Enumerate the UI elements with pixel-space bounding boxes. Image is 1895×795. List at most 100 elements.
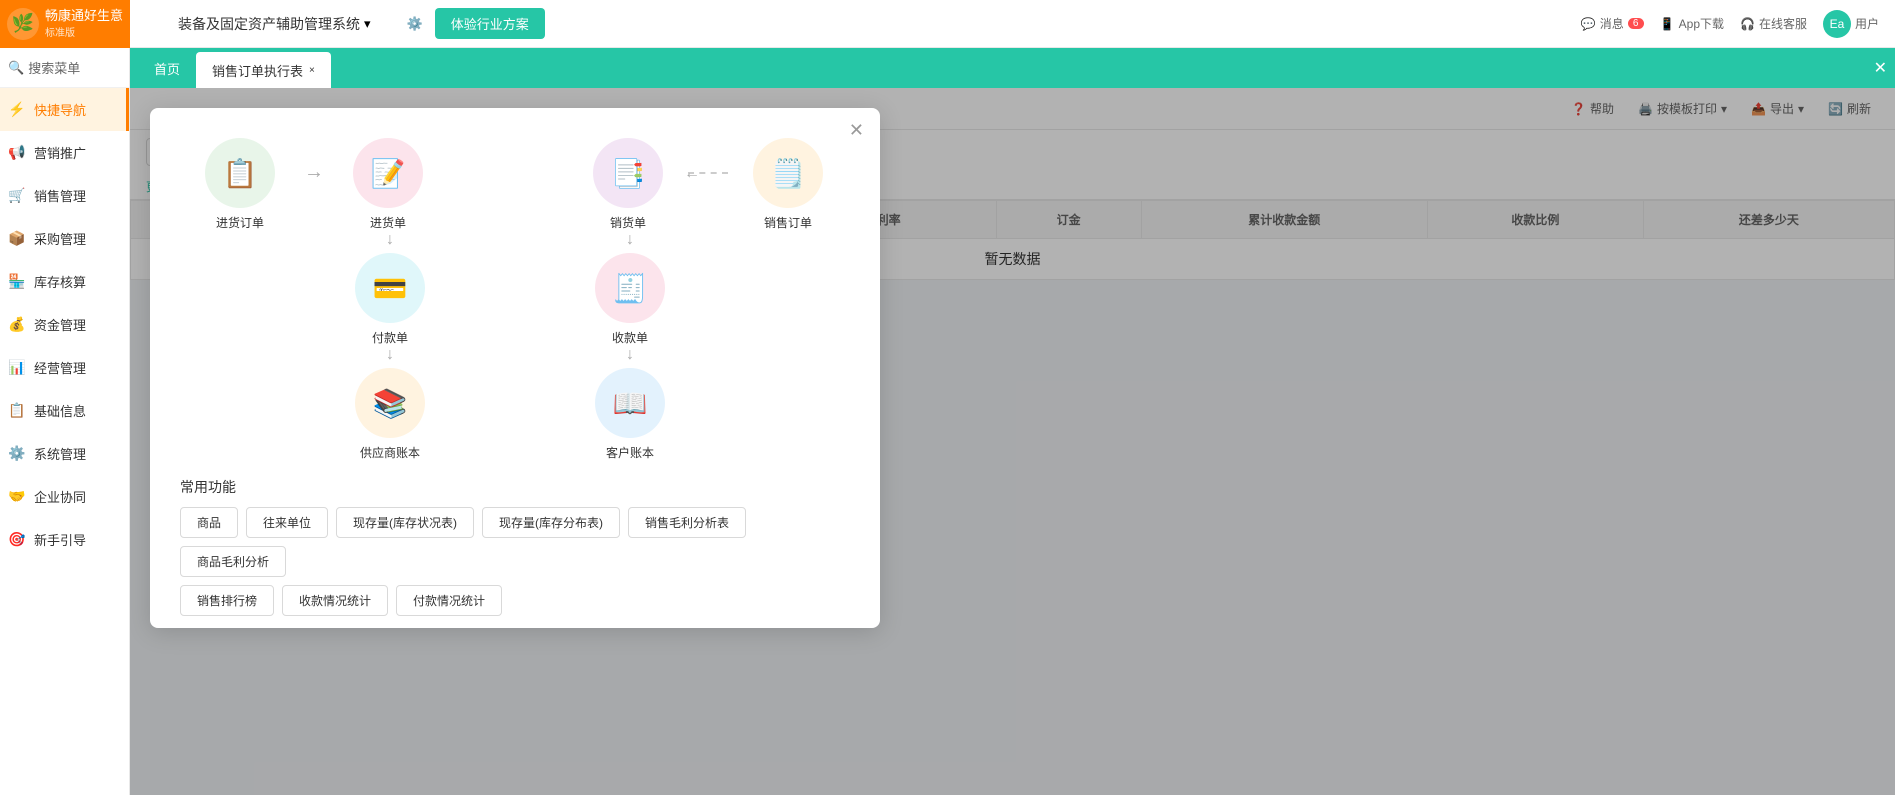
content-area: 首页 销售订单执行表 × ✕ ❓ 帮助 🖨️ [130, 48, 1895, 795]
sidebar-item-label: 销售管理 [34, 186, 86, 205]
payment-label: 付款单 [372, 329, 408, 346]
online-service-label: 在线客服 [1759, 15, 1807, 32]
message-label: 消息 [1600, 15, 1624, 32]
sidebar-item-system[interactable]: ⚙️ 系统管理 [0, 432, 129, 475]
payment-icon: 💳 [373, 272, 408, 305]
flow-node-purchase-bill[interactable]: 📝 进货单 [328, 138, 448, 231]
flow-node-receipt[interactable]: 🧾 收款单 [570, 253, 690, 346]
sidebar-item-operation[interactable]: 📊 经营管理 [0, 346, 129, 389]
main-area: 🔍 搜索菜单 ⚡ 快捷导航 📢 营销推广 🛒 销售管理 📦 采 [0, 48, 1895, 795]
app-container: 🌿 畅康通好生意 标准版 装备及固定资产辅助管理系统 ▾ ⚙️ 体验行业方案 💬… [0, 0, 1895, 795]
sidebar-item-inventory[interactable]: 🏪 库存核算 [0, 260, 129, 303]
system-title-dropdown[interactable]: 装备及固定资产辅助管理系统 ▾ [178, 14, 371, 34]
func-btn-trading-party[interactable]: 往来单位 [246, 507, 328, 538]
sales-icon: 🛒 [8, 187, 26, 205]
logo-line1: 畅康通好生意 [45, 8, 123, 24]
spacer-arrow [300, 231, 330, 249]
customer-circle: 📖 [595, 368, 665, 438]
online-service-button[interactable]: 🎧 在线客服 [1740, 15, 1807, 32]
down-arrow-pb: ↓ [330, 231, 450, 249]
sales-order-icon: 🗒️ [771, 157, 806, 190]
top-bar-right: 💬 消息 6 📱 App下载 🎧 在线客服 Ea 用户 [1581, 10, 1879, 38]
search-label: 搜索菜单 [28, 58, 80, 77]
marketing-icon: 📢 [8, 144, 26, 162]
flow-node-customer-account[interactable]: 📖 客户账本 [570, 368, 690, 461]
tab-close-icon[interactable]: × [309, 65, 315, 76]
settings-icon[interactable]: ⚙️ [407, 16, 423, 32]
try-plan-button[interactable]: 体验行业方案 [435, 8, 545, 39]
purchase-icon: 📦 [8, 230, 26, 248]
func-buttons-row2: 销售排行榜 收款情况统计 付款情况统计 [180, 585, 850, 616]
func-btn-sales-rank[interactable]: 销售排行榜 [180, 585, 274, 616]
func-btn-payment-stat[interactable]: 付款情况统计 [396, 585, 502, 616]
modal-overlay[interactable]: ✕ 📋 进货订单 [130, 88, 1895, 795]
flow-node-sales-bill[interactable]: 📑 销货单 [568, 138, 688, 231]
down-arrow-sb: ↓ [570, 231, 690, 249]
message-icon: 💬 [1581, 17, 1596, 31]
func-btn-product-profit[interactable]: 商品毛利分析 [180, 546, 286, 577]
tab-home[interactable]: 首页 [138, 48, 196, 88]
user-avatar: Ea [1823, 10, 1851, 38]
sidebar-item-guide[interactable]: 🎯 新手引导 [0, 518, 129, 561]
down-arrow-pay: ↓ [330, 346, 450, 364]
func-btn-sales-profit[interactable]: 销售毛利分析表 [628, 507, 746, 538]
avatar-text: Ea [1830, 17, 1845, 31]
sidebar-item-enterprise[interactable]: 🤝 企业协同 [0, 475, 129, 518]
sidebar-item-marketing[interactable]: 📢 营销推广 [0, 131, 129, 174]
purchase-order-circle: 📋 [205, 138, 275, 208]
common-func-section: 常用功能 商品 往来单位 现存量(库存状况表) 现存量(库存分布表) 销售毛利分… [180, 477, 850, 616]
purchase-bill-label: 进货单 [370, 214, 406, 231]
sales-order-circle: 🗒️ [753, 138, 823, 208]
tab-bar-close-button[interactable]: ✕ [1874, 58, 1887, 78]
purchase-order-icon: 📋 [223, 157, 258, 190]
top-bar: 🌿 畅康通好生意 标准版 装备及固定资产辅助管理系统 ▾ ⚙️ 体验行业方案 💬… [0, 0, 1895, 48]
spacer-po3 [180, 346, 300, 364]
func-btn-product[interactable]: 商品 [180, 507, 238, 538]
logo-area: 🌿 畅康通好生意 标准版 [0, 0, 130, 48]
user-area[interactable]: Ea 用户 [1823, 10, 1879, 38]
flow-node-payment[interactable]: 💳 付款单 [330, 253, 450, 346]
tab-sales-order[interactable]: 销售订单执行表 × [196, 52, 331, 88]
system-title: 装备及固定资产辅助管理系统 [178, 14, 360, 34]
func-btn-stock-status[interactable]: 现存量(库存状况表) [336, 507, 474, 538]
sidebar-item-quick-nav[interactable]: ⚡ 快捷导航 [0, 88, 129, 131]
app-download-label: App下载 [1679, 15, 1724, 32]
receipt-circle: 🧾 [595, 253, 665, 323]
logo-text-block: 畅康通好生意 标准版 [45, 8, 123, 39]
app-download-button[interactable]: 📱 App下载 [1660, 15, 1724, 32]
sales-bill-label: 销货单 [610, 214, 646, 231]
logo-line2: 标准版 [45, 24, 123, 39]
flow-node-sales-order[interactable]: 🗒️ 销售订单 [728, 138, 848, 231]
download-icon: 📱 [1660, 17, 1675, 31]
sidebar-item-label: 基础信息 [34, 401, 86, 420]
sidebar-item-label: 企业协同 [34, 487, 86, 506]
modal-close-button[interactable]: ✕ [849, 120, 864, 141]
sidebar-item-sales[interactable]: 🛒 销售管理 [0, 174, 129, 217]
arrow-po-to-pb: → [300, 161, 328, 184]
sidebar-item-label: 库存核算 [34, 272, 86, 291]
sidebar-search[interactable]: 🔍 搜索菜单 [0, 48, 129, 88]
func-btn-stock-dist[interactable]: 现存量(库存分布表) [482, 507, 620, 538]
tab-bar: 首页 销售订单执行表 × ✕ [130, 48, 1895, 88]
dropdown-arrow-icon: ▾ [364, 16, 371, 32]
spacer-arrow3 [300, 346, 330, 364]
finance-icon: 💰 [8, 316, 26, 334]
payment-circle: 💳 [355, 253, 425, 323]
flow-node-purchase-order[interactable]: 📋 进货订单 [180, 138, 300, 231]
supplier-icon: 📚 [373, 387, 408, 420]
sidebar-item-finance[interactable]: 💰 资金管理 [0, 303, 129, 346]
service-icon: 🎧 [1740, 17, 1755, 31]
flow-node-supplier-account[interactable]: 📚 供应商账本 [330, 368, 450, 461]
sidebar-item-basic[interactable]: 📋 基础信息 [0, 389, 129, 432]
spacer-mid [450, 231, 570, 249]
row-accounts: 📚 供应商账本 📖 客户账本 [180, 368, 690, 461]
sidebar-item-label: 采购管理 [34, 229, 86, 248]
tab-sales-order-label: 销售订单执行表 [212, 61, 303, 80]
message-button[interactable]: 💬 消息 6 [1581, 15, 1644, 32]
sidebar-item-label: 新手引导 [34, 530, 86, 549]
sidebar-item-purchase[interactable]: 📦 采购管理 [0, 217, 129, 260]
func-btn-receipt-stat[interactable]: 收款情况统计 [282, 585, 388, 616]
user-label: 用户 [1855, 15, 1879, 32]
basic-icon: 📋 [8, 402, 26, 420]
common-func-title: 常用功能 [180, 477, 850, 497]
